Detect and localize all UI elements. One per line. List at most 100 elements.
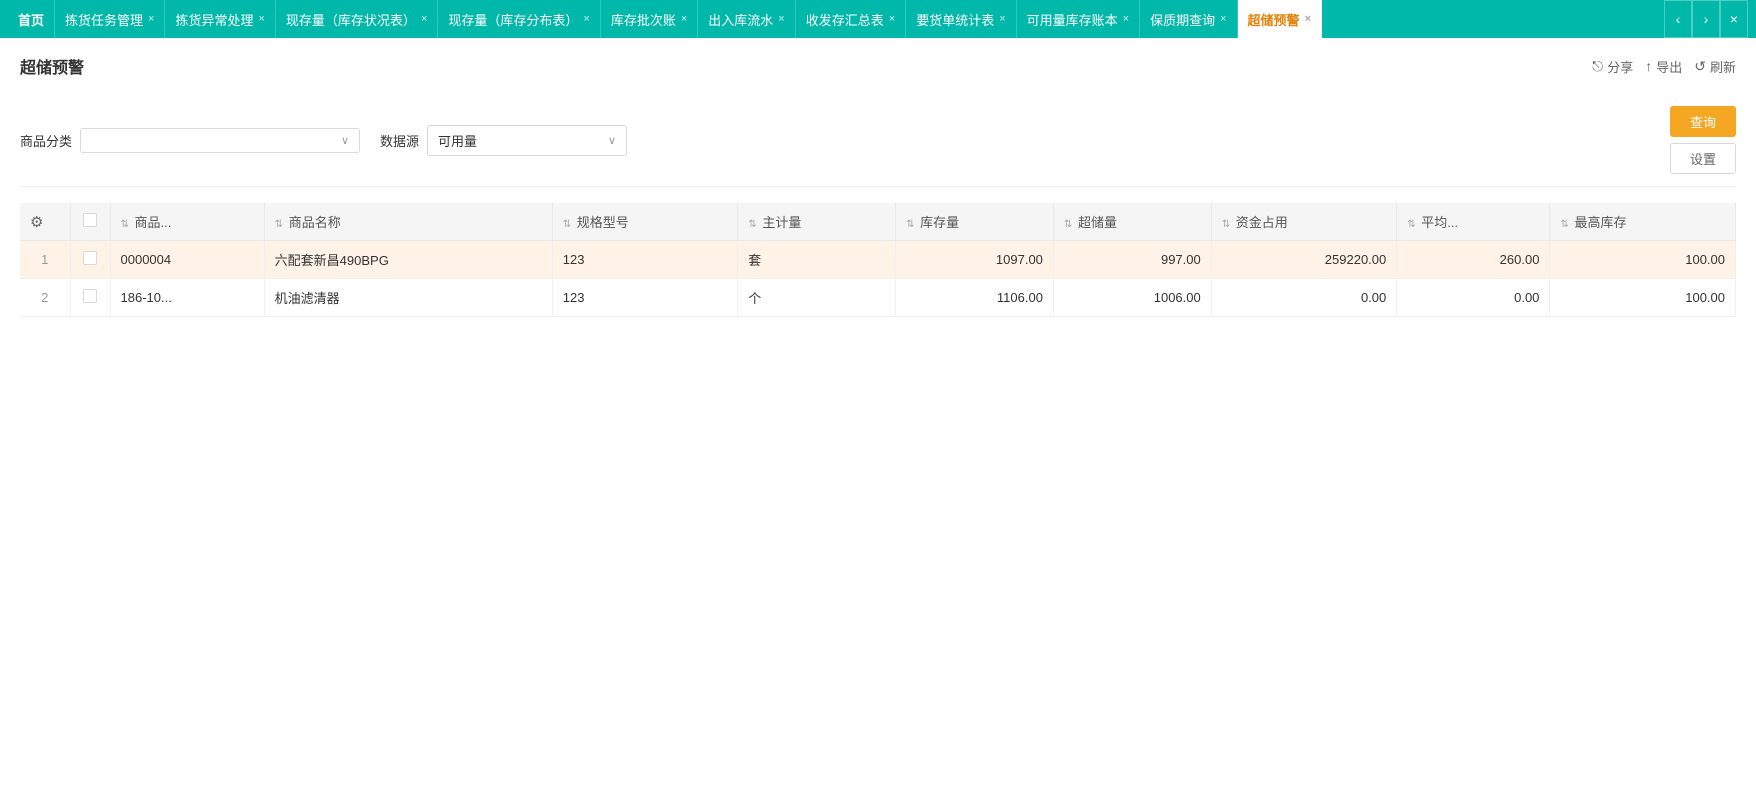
nav-tab-close-4[interactable]: × (681, 13, 687, 25)
row-2-spec: 123 (552, 279, 738, 317)
nav-arrows: ‹ › × (1664, 0, 1748, 38)
share-button[interactable]: ⎋ 分享 (1592, 57, 1633, 76)
row-1-checkbox[interactable] (83, 251, 97, 265)
sort-maxstock-icon: ⇅ (1560, 219, 1568, 230)
nav-tab-label-4: 库存批次账 (611, 10, 676, 29)
table-header-capital[interactable]: ⇅ 资金占用 (1211, 203, 1397, 241)
nav-tab-4[interactable]: 库存批次账 × (601, 0, 698, 38)
share-icon: ⎋ (1592, 58, 1603, 75)
row-2-checkbox[interactable] (83, 289, 97, 303)
datasource-select[interactable]: 可用量 ∨ (427, 125, 627, 156)
select-all-checkbox[interactable] (83, 213, 97, 227)
nav-tab-label-8: 可用量库存账本 (1027, 10, 1118, 29)
nav-tab-label-0: 拣货任务管理 (65, 10, 143, 29)
nav-tab-close-0[interactable]: × (148, 13, 154, 25)
table-header-maxstock[interactable]: ⇅ 最高库存 (1550, 203, 1736, 241)
row-1-code: 0000004 (110, 241, 264, 279)
nav-tab-0[interactable]: 拣货任务管理 × (55, 0, 165, 38)
refresh-icon: ↺ (1694, 58, 1706, 75)
datasource-chevron-icon: ∨ (608, 134, 616, 147)
row-1-avg: 260.00 (1397, 241, 1550, 279)
sort-spec-icon: ⇅ (563, 219, 571, 230)
table-header-name[interactable]: ⇅ 商品名称 (264, 203, 552, 241)
table-header-row: ⚙ ⇅ 商品... ⇅ 商品名称 ⇅ 规格型号 ⇅ (20, 203, 1736, 241)
row-1-capital: 259220.00 (1211, 241, 1397, 279)
nav-tab-close-3[interactable]: × (583, 13, 589, 25)
nav-tab-close-1[interactable]: × (258, 13, 264, 25)
nav-home-label: 首页 (18, 10, 44, 29)
row-2-code: 186-10... (110, 279, 264, 317)
table-header-gear[interactable]: ⚙ (20, 203, 70, 241)
row-1-check[interactable] (70, 241, 110, 279)
table-row: 1 0000004 六配套新昌490BPG 123 套 1097.00 997.… (20, 241, 1736, 279)
col-label-stock: 库存量 (920, 215, 959, 230)
nav-tab-9[interactable]: 保质期查询 × (1140, 0, 1237, 38)
gear-icon[interactable]: ⚙ (30, 214, 43, 231)
refresh-label: 刷新 (1710, 57, 1736, 76)
nav-tab-3[interactable]: 现存量（库存分布表） × (438, 0, 600, 38)
settings-button[interactable]: 设置 (1670, 143, 1736, 174)
nav-tab-2[interactable]: 现存量（库存状况表） × (276, 0, 438, 38)
nav-tab-8[interactable]: 可用量库存账本 × (1017, 0, 1140, 38)
header-actions: ⎋ 分享 ↑ 导出 ↺ 刷新 (1592, 57, 1736, 76)
refresh-button[interactable]: ↺ 刷新 (1694, 57, 1736, 76)
page-content: 超储预警 ⎋ 分享 ↑ 导出 ↺ 刷新 商品分类 ∨ 数据源 (0, 38, 1756, 800)
table-header-spec[interactable]: ⇅ 规格型号 (552, 203, 738, 241)
nav-arrow-close[interactable]: × (1720, 0, 1748, 38)
row-2-check[interactable] (70, 279, 110, 317)
filter-group-datasource: 数据源 可用量 ∨ (380, 125, 627, 156)
query-button[interactable]: 查询 (1670, 106, 1736, 137)
share-label: 分享 (1607, 57, 1633, 76)
sort-overflow-icon: ⇅ (1064, 219, 1072, 230)
nav-tab-7[interactable]: 要货单统计表 × (906, 0, 1016, 38)
nav-home[interactable]: 首页 (8, 0, 55, 38)
nav-arrow-left[interactable]: ‹ (1664, 0, 1692, 38)
page-title: 超储预警 (20, 54, 84, 78)
nav-tab-close-7[interactable]: × (999, 13, 1005, 25)
nav-tab-label-5: 出入库流水 (708, 10, 773, 29)
nav-tab-label-6: 收发存汇总表 (806, 10, 884, 29)
table-header-code[interactable]: ⇅ 商品... (110, 203, 264, 241)
filter-area: 商品分类 ∨ 数据源 可用量 ∨ 查询 设置 (20, 94, 1736, 187)
col-label-unit: 主计量 (762, 215, 801, 230)
nav-tab-5[interactable]: 出入库流水 × (698, 0, 795, 38)
table-header-overflow[interactable]: ⇅ 超储量 (1053, 203, 1211, 241)
row-2-avg: 0.00 (1397, 279, 1550, 317)
col-label-spec: 规格型号 (577, 215, 629, 230)
table-header-unit[interactable]: ⇅ 主计量 (738, 203, 896, 241)
row-1-stock: 1097.00 (896, 241, 1054, 279)
nav-tab-label-7: 要货单统计表 (916, 10, 994, 29)
table-header-avg[interactable]: ⇅ 平均... (1397, 203, 1550, 241)
sort-stock-icon: ⇅ (906, 219, 914, 230)
nav-tab-close-2[interactable]: × (421, 13, 427, 25)
sort-capital-icon: ⇅ (1222, 219, 1230, 230)
nav-tab-close-6[interactable]: × (889, 13, 895, 25)
col-label-name: 商品名称 (289, 215, 341, 230)
nav-arrow-right[interactable]: › (1692, 0, 1720, 38)
row-2-maxstock: 100.00 (1550, 279, 1736, 317)
col-label-maxstock: 最高库存 (1574, 215, 1626, 230)
nav-tab-close-9[interactable]: × (1220, 13, 1226, 25)
page-header: 超储预警 ⎋ 分享 ↑ 导出 ↺ 刷新 (20, 54, 1736, 78)
row-1-index: 1 (20, 241, 70, 279)
nav-tab-close-10[interactable]: × (1305, 13, 1311, 25)
table-header: ⚙ ⇅ 商品... ⇅ 商品名称 ⇅ 规格型号 ⇅ (20, 203, 1736, 241)
nav-tab-close-5[interactable]: × (778, 13, 784, 25)
export-button[interactable]: ↑ 导出 (1645, 57, 1682, 76)
row-2-index: 2 (20, 279, 70, 317)
data-table: ⚙ ⇅ 商品... ⇅ 商品名称 ⇅ 规格型号 ⇅ (20, 203, 1736, 317)
nav-tab-10[interactable]: 超储预警 × (1238, 0, 1322, 38)
nav-tab-6[interactable]: 收发存汇总表 × (796, 0, 906, 38)
row-2-name: 机油滤清器 (264, 279, 552, 317)
category-select[interactable]: ∨ (80, 128, 360, 153)
row-2-stock: 1106.00 (896, 279, 1054, 317)
nav-tab-label-3: 现存量（库存分布表） (448, 10, 578, 29)
nav-tab-close-8[interactable]: × (1123, 13, 1129, 25)
col-label-avg: 平均... (1421, 215, 1458, 230)
row-1-unit: 套 (738, 241, 896, 279)
sort-avg-icon: ⇅ (1407, 219, 1415, 230)
table-row: 2 186-10... 机油滤清器 123 个 1106.00 1006.00 … (20, 279, 1736, 317)
sort-name-icon: ⇅ (275, 219, 283, 230)
nav-tab-1[interactable]: 拣货异常处理 × (165, 0, 275, 38)
table-header-stock[interactable]: ⇅ 库存量 (896, 203, 1054, 241)
